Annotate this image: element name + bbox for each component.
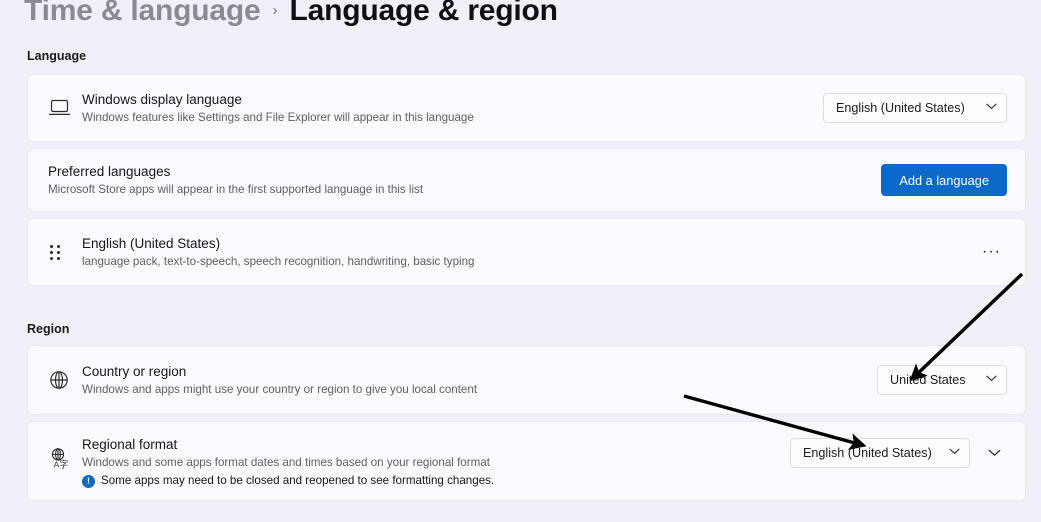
language-features: language pack, text-to-speech, speech re… xyxy=(82,254,475,268)
setting-title: Windows display language xyxy=(82,91,242,107)
setting-title: Preferred languages xyxy=(48,163,171,179)
setting-text-block: Preferred languages Microsoft Store apps… xyxy=(48,163,867,198)
section-heading-language: Language xyxy=(27,49,87,63)
dropdown-value: English (United States) xyxy=(836,101,965,115)
setting-controls: ··· xyxy=(976,243,1007,261)
chevron-down-icon xyxy=(986,375,997,385)
setting-subtitle: Windows features like Settings and File … xyxy=(82,110,474,124)
monitor-icon xyxy=(48,98,82,118)
setting-controls: United States xyxy=(877,365,1007,395)
regional-format-dropdown[interactable]: English (United States) xyxy=(790,438,970,468)
country-or-region-dropdown[interactable]: United States xyxy=(877,365,1007,395)
breadcrumb-parent-link[interactable]: Time & language xyxy=(24,0,261,28)
setting-controls: English (United States) xyxy=(790,438,1007,468)
setting-text-block: Regional format Windows and some apps fo… xyxy=(82,436,776,489)
dropdown-value: English (United States) xyxy=(803,446,932,460)
setting-title: Regional format xyxy=(82,437,178,452)
setting-row-windows-display-language[interactable]: Windows display language Windows feature… xyxy=(27,74,1026,142)
setting-subtitle: Windows and some apps format dates and t… xyxy=(82,456,490,469)
more-options-icon[interactable]: ··· xyxy=(976,243,1007,261)
setting-controls: Add a language xyxy=(881,164,1007,196)
translate-icon: A 字 xyxy=(48,436,82,470)
drag-handle-dots[interactable] xyxy=(50,244,60,260)
language-name: English (United States) xyxy=(82,235,221,251)
setting-text-block: English (United States) language pack, t… xyxy=(82,235,962,270)
globe-icon xyxy=(48,369,82,391)
breadcrumb: Time & language › Language & region xyxy=(24,0,558,28)
info-icon: ! xyxy=(82,474,95,488)
drag-handle-icon[interactable] xyxy=(48,244,82,260)
language-list-item[interactable]: English (United States) language pack, t… xyxy=(27,218,1026,286)
regional-format-notice: ! Some apps may need to be closed and re… xyxy=(82,473,776,489)
chevron-down-icon xyxy=(949,448,960,458)
setting-subtitle: Microsoft Store apps will appear in the … xyxy=(48,182,424,196)
setting-row-regional-format[interactable]: A 字 Regional format Windows and some app… xyxy=(27,421,1026,501)
windows-display-language-dropdown[interactable]: English (United States) xyxy=(823,93,1007,123)
setting-text-block: Country or region Windows and apps might… xyxy=(82,363,863,398)
setting-row-country-or-region[interactable]: Country or region Windows and apps might… xyxy=(27,345,1026,415)
chevron-right-icon: › xyxy=(272,2,278,19)
notice-text: Some apps may need to be closed and reop… xyxy=(101,474,495,487)
setting-title: Country or region xyxy=(82,363,187,379)
section-heading-region: Region xyxy=(27,322,70,336)
dropdown-value: United States xyxy=(890,373,966,387)
expand-regional-format-chevron-icon[interactable] xyxy=(982,442,1007,464)
setting-row-preferred-languages: Preferred languages Microsoft Store apps… xyxy=(27,148,1026,212)
add-a-language-button[interactable]: Add a language xyxy=(881,164,1007,196)
setting-subtitle: Windows and apps might use your country … xyxy=(82,382,478,396)
page-title: Language & region xyxy=(289,0,558,27)
setting-text-block: Windows display language Windows feature… xyxy=(82,91,809,126)
svg-text:字: 字 xyxy=(59,458,68,469)
chevron-down-icon xyxy=(986,103,997,113)
setting-controls: English (United States) xyxy=(823,93,1007,123)
